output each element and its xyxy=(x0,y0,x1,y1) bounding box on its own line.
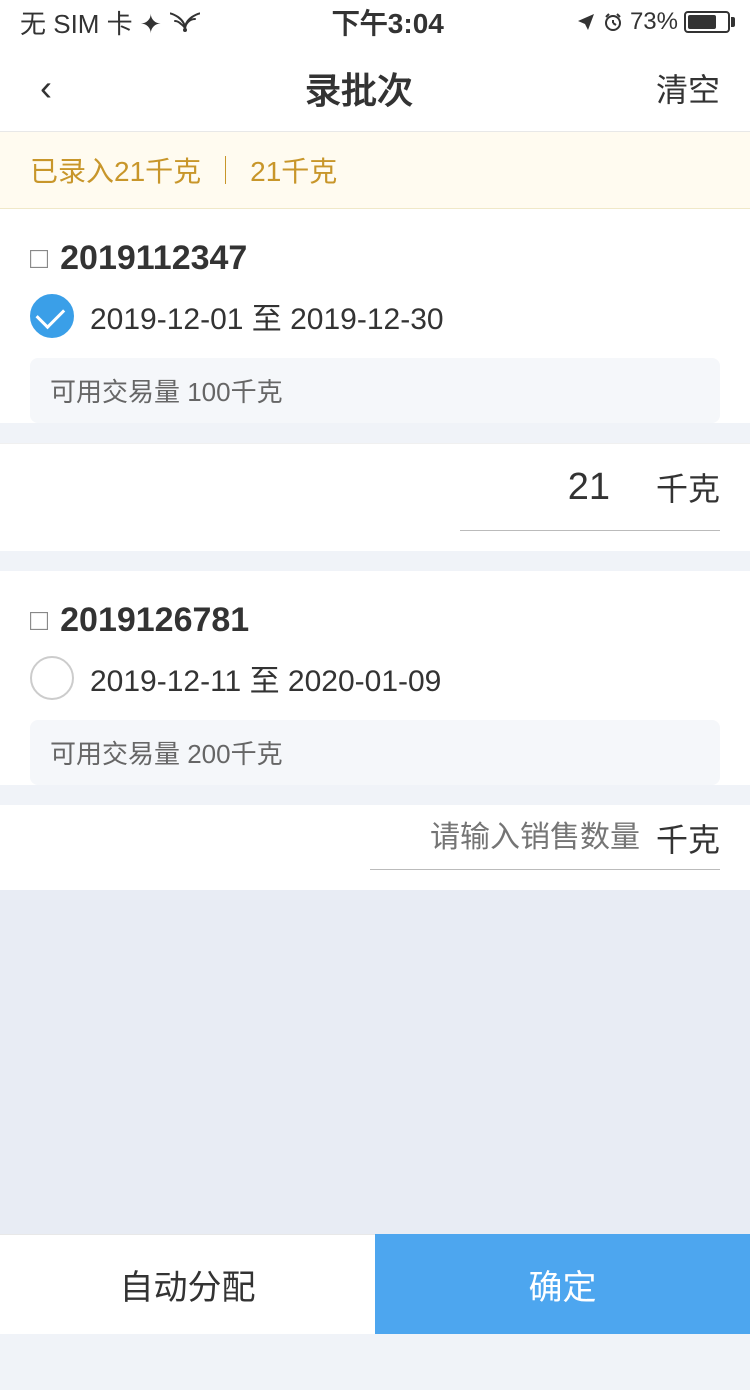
batch-2-row: 2019-12-11 至 2020-01-09 xyxy=(30,656,720,700)
info-banner: 已录入21千克 21千克 xyxy=(0,132,750,209)
batch-1-header: □ 2019112347 xyxy=(30,239,720,278)
batch-2-date-range: 2019-12-11 至 2020-01-09 xyxy=(90,656,441,700)
status-bar: 无 SIM 卡 ✦ 下午3:04 xyxy=(0,0,750,44)
bottom-bar: 自动分配 确定 xyxy=(0,1234,750,1334)
batch-1-date-range: 2019-12-01 至 2019-12-30 xyxy=(90,294,444,338)
batch-1-icon: □ xyxy=(30,242,48,276)
batch-1-qty-unit: 千克 xyxy=(656,464,720,510)
recorded-label: 已录入21千克 xyxy=(30,150,201,190)
battery-icon xyxy=(684,11,730,33)
status-bar-time: 下午3:04 xyxy=(332,2,444,42)
batch-1-id: 2019112347 xyxy=(60,239,247,278)
page-title: 录批次 xyxy=(305,62,413,114)
batch-1-qty-value: 21 xyxy=(568,466,610,509)
batch-card-1: □ 2019112347 2019-12-01 至 2019-12-30 可用交… xyxy=(0,209,750,423)
recorded-value: 21千克 xyxy=(250,150,337,190)
status-bar-left: 无 SIM 卡 ✦ xyxy=(20,4,200,41)
batch-1-qty-row: 21 千克 xyxy=(0,443,750,530)
batch-1-row: 2019-12-01 至 2019-12-30 xyxy=(30,294,720,338)
wifi-icon xyxy=(170,11,200,33)
batch-card-2: □ 2019126781 2019-12-11 至 2020-01-09 可用交… xyxy=(0,571,750,785)
batch-2-header: □ 2019126781 xyxy=(30,601,720,640)
batch-2-qty-input[interactable] xyxy=(380,821,640,855)
card-divider xyxy=(0,551,750,571)
empty-area xyxy=(0,890,750,1290)
banner-divider xyxy=(225,156,226,184)
batch-1-available: 可用交易量 100千克 xyxy=(30,358,720,423)
status-bar-right: 73% xyxy=(576,8,730,36)
batch-1-radio[interactable] xyxy=(30,294,74,338)
alarm-icon xyxy=(602,11,624,33)
batch-2-radio[interactable] xyxy=(30,656,74,700)
back-button[interactable]: ‹ xyxy=(30,57,62,119)
confirm-button[interactable]: 确定 xyxy=(375,1234,750,1334)
clear-button[interactable]: 清空 xyxy=(656,65,720,111)
location-icon xyxy=(576,12,596,32)
batch-2-available: 可用交易量 200千克 xyxy=(30,720,720,785)
batch-2-id: 2019126781 xyxy=(60,601,249,640)
sim-label: 无 SIM 卡 ✦ xyxy=(20,4,162,41)
batch-2-icon: □ xyxy=(30,604,48,638)
nav-bar: ‹ 录批次 清空 xyxy=(0,44,750,132)
auto-distribute-button[interactable]: 自动分配 xyxy=(0,1234,375,1334)
battery-percent: 73% xyxy=(630,8,678,36)
main-scroll: □ 2019112347 2019-12-01 至 2019-12-30 可用交… xyxy=(0,209,750,1390)
batch-2-unit: 千克 xyxy=(656,815,720,861)
